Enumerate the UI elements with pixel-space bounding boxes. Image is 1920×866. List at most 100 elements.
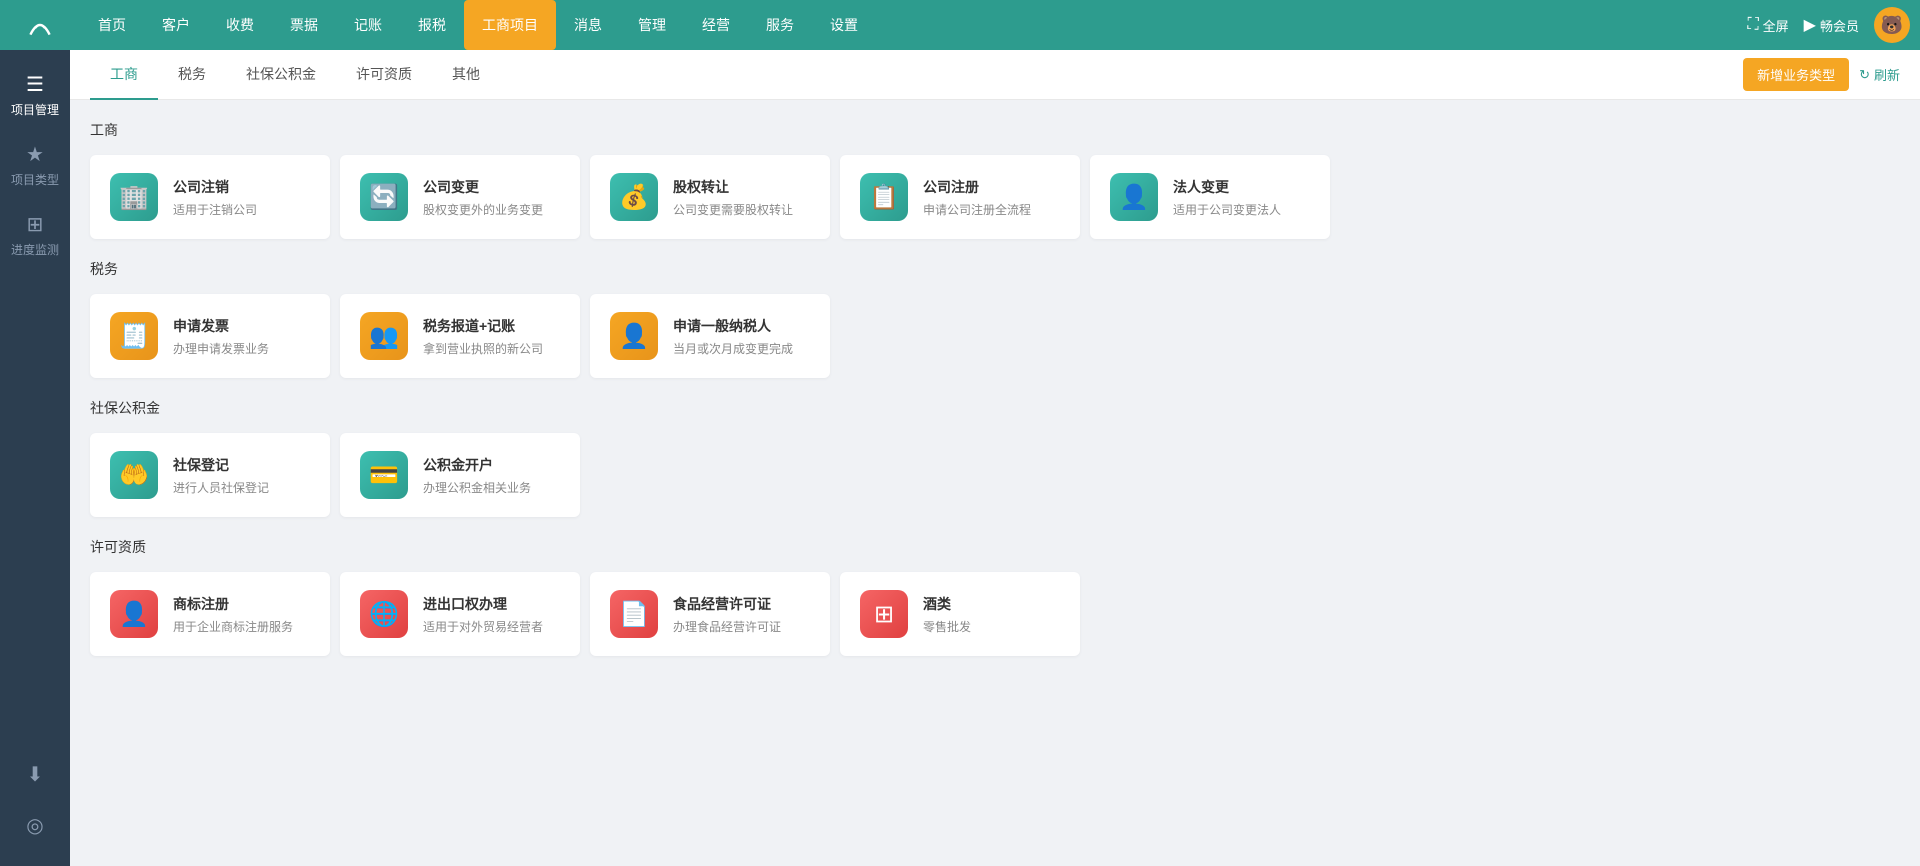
nav-item-经营[interactable]: 经营 xyxy=(684,0,748,50)
star-icon: ★ xyxy=(26,142,44,167)
section-工商: 工商🏢公司注销适用于注销公司🔄公司变更股权变更外的业务变更💰股权转让公司变更需要… xyxy=(90,120,1900,239)
location-icon[interactable]: ◎ xyxy=(18,805,51,846)
section-社保公积金: 社保公积金 🤲 社保登记进行人员社保登记 💳 公积金开户办理公积金相关业务 xyxy=(90,398,1900,517)
card-icon: 🤲 xyxy=(110,451,158,499)
card-desc: 用于企业商标注册服务 xyxy=(173,618,293,635)
card-title: 食品经营许可证 xyxy=(673,594,781,614)
card-title: 社保登记 xyxy=(173,455,269,475)
card-desc: 办理食品经营许可证 xyxy=(673,618,781,635)
sidebar-label-project-type: 项目类型 xyxy=(11,171,59,188)
card-食品经营许可证[interactable]: 📄 食品经营许可证办理食品经营许可证 xyxy=(590,572,830,656)
card-desc: 适用于注销公司 xyxy=(173,201,257,218)
card-title: 股权转让 xyxy=(673,177,793,197)
sidebar-item-progress[interactable]: ⊞ 进度监测 xyxy=(0,200,70,270)
card-title: 法人变更 xyxy=(1173,177,1281,197)
tab-许可资质[interactable]: 许可资质 xyxy=(336,50,432,100)
app-logo xyxy=(10,9,70,41)
card-desc: 办理公积金相关业务 xyxy=(423,479,531,496)
tabs: 工商税务社保公积金许可资质其他 xyxy=(90,50,500,100)
card-title: 申请发票 xyxy=(173,316,269,336)
card-desc: 进行人员社保登记 xyxy=(173,479,269,496)
card-icon: 💳 xyxy=(360,451,408,499)
card-商标注册[interactable]: 👤 商标注册用于企业商标注册服务 xyxy=(90,572,330,656)
card-申请一般纳税人[interactable]: 👤 申请一般纳税人当月或次月成变更完成 xyxy=(590,294,830,378)
cards-grid: 👤 商标注册用于企业商标注册服务 🌐进出口权办理适用于对外贸易经营者 📄 食品经营许可证… xyxy=(90,572,1900,656)
card-公司变更[interactable]: 🔄公司变更股权变更外的业务变更 xyxy=(340,155,580,239)
card-icon: 👤 xyxy=(610,312,658,360)
card-公积金开户[interactable]: 💳 公积金开户办理公积金相关业务 xyxy=(340,433,580,517)
nav-item-首页[interactable]: 首页 xyxy=(80,0,144,50)
nav-item-报税[interactable]: 报税 xyxy=(400,0,464,50)
card-desc: 公司变更需要股权转让 xyxy=(673,201,793,218)
section-税务: 税务 🧾 申请发票办理申请发票业务 👥税务报道+记账拿到营业执照的新公司 👤 申请一般纳税… xyxy=(90,259,1900,378)
tab-其他[interactable]: 其他 xyxy=(432,50,500,100)
card-icon: 👤 xyxy=(110,590,158,638)
section-许可资质: 许可资质 👤 商标注册用于企业商标注册服务 🌐进出口权办理适用于对外贸易经营者 📄 食品经… xyxy=(90,537,1900,656)
card-text: 公司变更股权变更外的业务变更 xyxy=(423,177,543,218)
cards-grid: 🧾 申请发票办理申请发票业务 👥税务报道+记账拿到营业执照的新公司 👤 申请一般纳税人当… xyxy=(90,294,1900,378)
refresh-icon: ↻ xyxy=(1859,67,1870,83)
tab-税务[interactable]: 税务 xyxy=(158,50,226,100)
main-layout: ☰ 项目管理 ★ 项目类型 ⊞ 进度监测 ⬇ ◎ 工商税务社保公积金许可资质其他… xyxy=(0,50,1920,866)
card-text: 申请发票办理申请发票业务 xyxy=(173,316,269,357)
card-text: 酒类零售批发 xyxy=(923,594,971,635)
nav-item-服务[interactable]: 服务 xyxy=(748,0,812,50)
card-法人变更[interactable]: 👤法人变更适用于公司变更法人 xyxy=(1090,155,1330,239)
card-社保登记[interactable]: 🤲 社保登记进行人员社保登记 xyxy=(90,433,330,517)
nav-item-客户[interactable]: 客户 xyxy=(144,0,208,50)
card-desc: 办理申请发票业务 xyxy=(173,340,269,357)
nav-menu: 首页客户收费票据记账报税工商项目消息管理经营服务设置 xyxy=(80,0,1747,50)
card-text: 食品经营许可证办理食品经营许可证 xyxy=(673,594,781,635)
card-text: 公司注销适用于注销公司 xyxy=(173,177,257,218)
card-公司注销[interactable]: 🏢 公司注销适用于注销公司 xyxy=(90,155,330,239)
card-desc: 股权变更外的业务变更 xyxy=(423,201,543,218)
download-icon[interactable]: ⬇ xyxy=(19,754,52,795)
card-税务报道+记账[interactable]: 👥税务报道+记账拿到营业执照的新公司 xyxy=(340,294,580,378)
top-navigation: 首页客户收费票据记账报税工商项目消息管理经营服务设置 ⛶ 全屏 ▶ 畅会员 🐻 xyxy=(0,0,1920,50)
tab-社保公积金[interactable]: 社保公积金 xyxy=(226,50,336,100)
card-股权转让[interactable]: 💰股权转让公司变更需要股权转让 xyxy=(590,155,830,239)
card-公司注册[interactable]: 📋 公司注册申请公司注册全流程 xyxy=(840,155,1080,239)
sidebar-item-project-type[interactable]: ★ 项目类型 xyxy=(0,130,70,200)
card-icon: 🌐 xyxy=(360,590,408,638)
card-icon: 🏢 xyxy=(110,173,158,221)
grid-icon: ⊞ xyxy=(27,212,44,237)
sidebar-bottom: ⬇ ◎ xyxy=(0,754,70,866)
nav-item-记账[interactable]: 记账 xyxy=(336,0,400,50)
refresh-button[interactable]: ↻ 刷新 xyxy=(1859,65,1900,84)
card-进出口权办理[interactable]: 🌐进出口权办理适用于对外贸易经营者 xyxy=(340,572,580,656)
card-title: 公司变更 xyxy=(423,177,543,197)
sidebar-item-project-mgmt[interactable]: ☰ 项目管理 xyxy=(0,60,70,130)
section-title: 社保公积金 xyxy=(90,398,1900,418)
card-desc: 适用于对外贸易经营者 xyxy=(423,618,543,635)
card-desc: 零售批发 xyxy=(923,618,971,635)
tab-actions: 新增业务类型 ↻ 刷新 xyxy=(1743,58,1900,91)
member-button[interactable]: ▶ 畅会员 xyxy=(1804,15,1859,35)
nav-item-工商项目[interactable]: 工商项目 xyxy=(464,0,556,50)
card-icon: 📋 xyxy=(860,173,908,221)
nav-item-收费[interactable]: 收费 xyxy=(208,0,272,50)
card-申请发票[interactable]: 🧾 申请发票办理申请发票业务 xyxy=(90,294,330,378)
card-icon: 🧾 xyxy=(110,312,158,360)
card-title: 公司注册 xyxy=(923,177,1031,197)
section-title: 许可资质 xyxy=(90,537,1900,557)
card-desc: 当月或次月成变更完成 xyxy=(673,340,793,357)
card-text: 申请一般纳税人当月或次月成变更完成 xyxy=(673,316,793,357)
nav-item-消息[interactable]: 消息 xyxy=(556,0,620,50)
avatar[interactable]: 🐻 xyxy=(1874,7,1910,43)
cards-grid: 🤲 社保登记进行人员社保登记 💳 公积金开户办理公积金相关业务 xyxy=(90,433,1900,517)
card-text: 公积金开户办理公积金相关业务 xyxy=(423,455,531,496)
add-business-type-button[interactable]: 新增业务类型 xyxy=(1743,58,1849,91)
nav-item-管理[interactable]: 管理 xyxy=(620,0,684,50)
nav-item-设置[interactable]: 设置 xyxy=(812,0,876,50)
sidebar-label-progress: 进度监测 xyxy=(11,241,59,258)
card-icon: ⊞ xyxy=(860,590,908,638)
section-title: 税务 xyxy=(90,259,1900,279)
fullscreen-button[interactable]: ⛶ 全屏 xyxy=(1747,16,1788,35)
card-text: 商标注册用于企业商标注册服务 xyxy=(173,594,293,635)
nav-item-票据[interactable]: 票据 xyxy=(272,0,336,50)
card-icon: 📄 xyxy=(610,590,658,638)
card-text: 公司注册申请公司注册全流程 xyxy=(923,177,1031,218)
tab-工商[interactable]: 工商 xyxy=(90,50,158,100)
card-酒类[interactable]: ⊞ 酒类零售批发 xyxy=(840,572,1080,656)
